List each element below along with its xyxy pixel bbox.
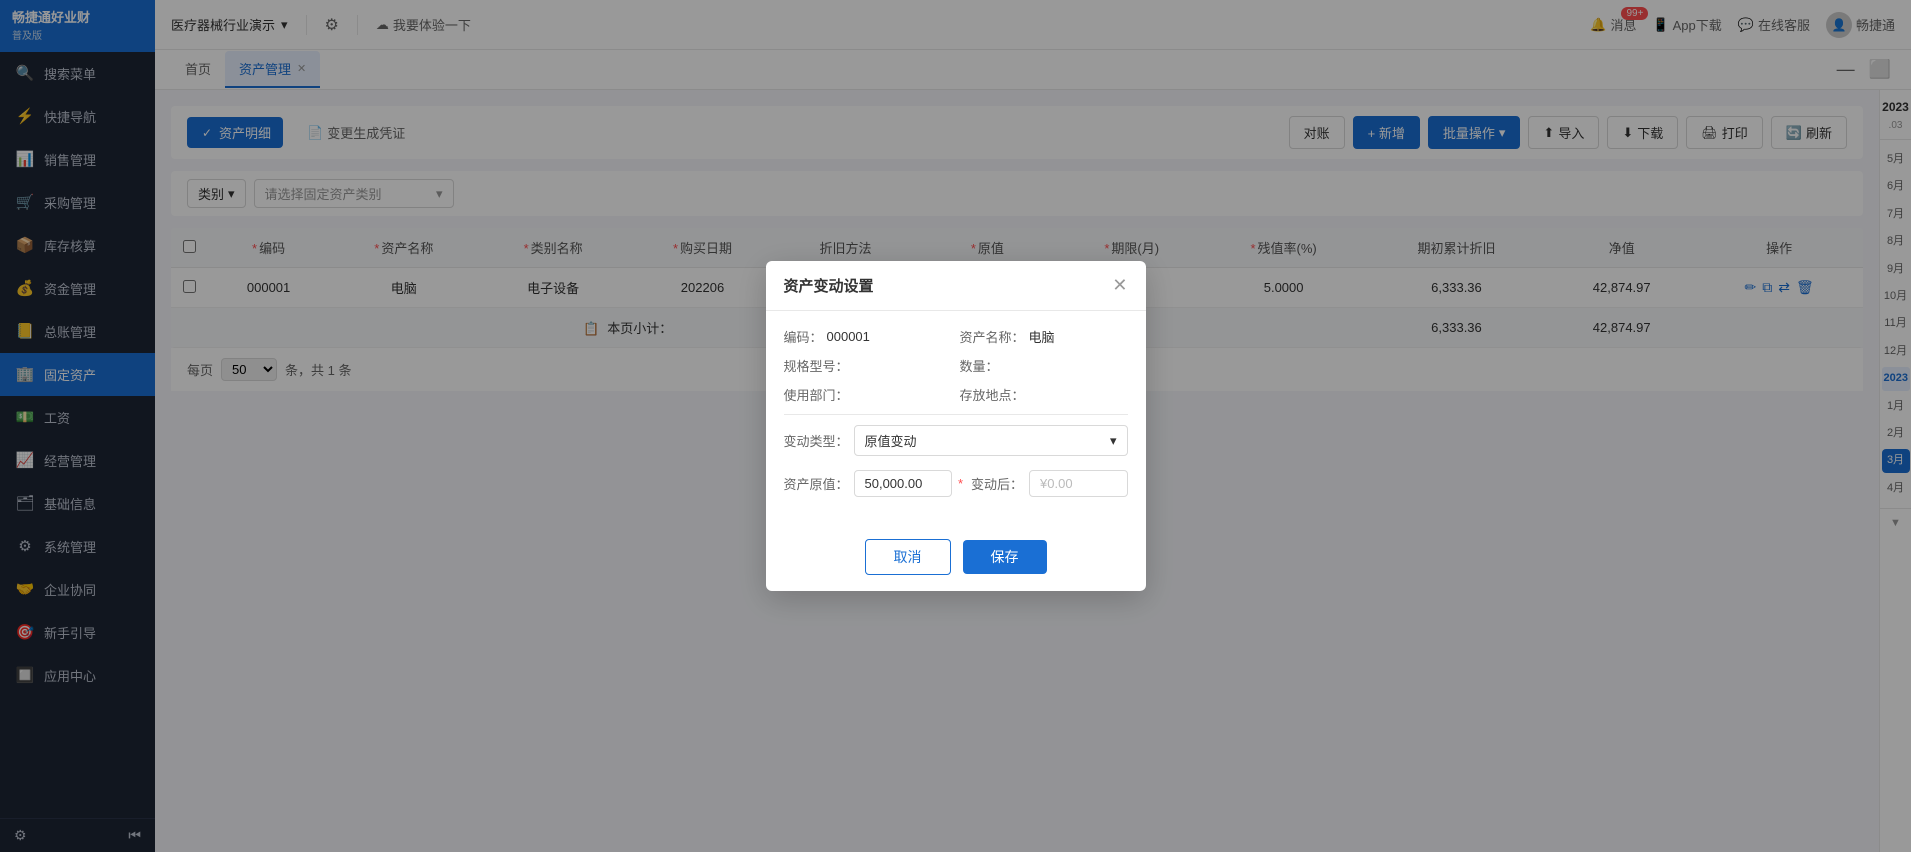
modal-code-label: 编码： (784, 327, 823, 346)
modal-asset-name-field: 资产名称： 电脑 (960, 327, 1128, 346)
modal-divider (784, 414, 1128, 415)
original-value-label: 资产原值： (784, 474, 854, 493)
modal-code-value: 000001 (827, 329, 870, 344)
change-type-value: 原值变动 (865, 431, 917, 450)
modal-asset-name-value: 电脑 (1029, 327, 1055, 346)
modal-spec-field: 规格型号： (784, 356, 952, 375)
modal-info-row3: 使用部门： 存放地点： (784, 385, 1128, 404)
modal-location-field: 存放地点： (960, 385, 1128, 404)
after-placeholder: ¥0.00 (1040, 476, 1073, 491)
modal-close-btn[interactable]: ✕ (1112, 275, 1127, 296)
modal-info-row2: 规格型号： 数量： (784, 356, 1128, 375)
modal-department-field: 使用部门： (784, 385, 952, 404)
modal-spec-label: 规格型号： (784, 356, 849, 375)
original-value-field: 50,000.00 * 变动后： ¥0.00 (854, 470, 1128, 497)
modal-header: 资产变动设置 ✕ (766, 261, 1146, 311)
asset-change-modal: 资产变动设置 ✕ 编码： 000001 资产名称： 电脑 规格型号： (766, 261, 1146, 591)
change-type-row: 变动类型： 原值变动 ▾ (784, 425, 1128, 456)
original-value-row: 资产原值： 50,000.00 * 变动后： ¥0.00 (784, 470, 1128, 497)
change-type-select[interactable]: 原值变动 ▾ (854, 425, 1128, 456)
after-value-input[interactable]: ¥0.00 (1029, 470, 1127, 497)
modal-overlay: 资产变动设置 ✕ 编码： 000001 资产名称： 电脑 规格型号： (0, 0, 1911, 852)
change-type-label: 变动类型： (784, 431, 854, 450)
modal-quantity-field: 数量： (960, 356, 1128, 375)
original-value-input: 50,000.00 (854, 470, 952, 497)
cancel-button[interactable]: 取消 (865, 539, 951, 575)
change-type-field: 原值变动 ▾ (854, 425, 1128, 456)
modal-asset-name-label: 资产名称： (960, 327, 1025, 346)
required-marker: * (958, 476, 963, 491)
modal-body: 编码： 000001 资产名称： 电脑 规格型号： 数量： (766, 311, 1146, 527)
modal-info-row1: 编码： 000001 资产名称： 电脑 (784, 327, 1128, 346)
modal-quantity-label: 数量： (960, 356, 999, 375)
after-label: 变动后： (971, 474, 1023, 493)
modal-department-label: 使用部门： (784, 385, 849, 404)
modal-location-label: 存放地点： (960, 385, 1025, 404)
change-type-chevron: ▾ (1110, 433, 1117, 449)
modal-footer: 取消 保存 (766, 527, 1146, 591)
save-button[interactable]: 保存 (963, 540, 1047, 574)
modal-title: 资产变动设置 (784, 275, 874, 296)
modal-code-field: 编码： 000001 (784, 327, 952, 346)
original-value-display: 50,000.00 (865, 476, 923, 491)
